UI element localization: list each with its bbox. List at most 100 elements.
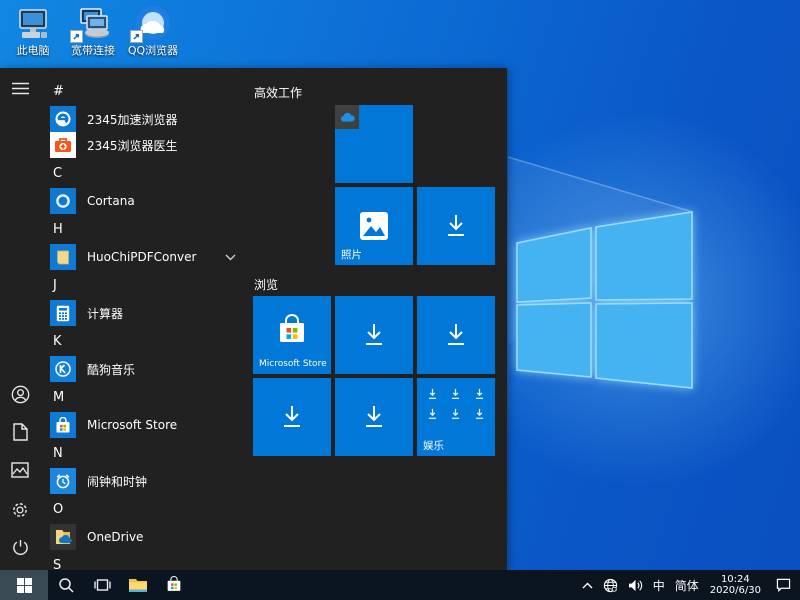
- alarm-clock-icon: [50, 468, 76, 494]
- network-button[interactable]: [598, 570, 623, 600]
- app-item-2345-browser[interactable]: 2345加速浏览器: [40, 106, 252, 132]
- search-button[interactable]: [48, 570, 84, 600]
- photos-icon: [358, 210, 390, 242]
- tile-onedrive[interactable]: [335, 105, 413, 183]
- app-item-label: 酷狗音乐: [87, 361, 135, 378]
- documents-button[interactable]: [10, 422, 30, 442]
- section-letter-j[interactable]: J: [40, 270, 252, 300]
- clock-button[interactable]: 10:24 2020/6/30: [704, 570, 767, 600]
- app-item-label: 计算器: [87, 305, 123, 322]
- tile-microsoft-store[interactable]: Microsoft Store: [253, 296, 331, 374]
- chevron-down-icon[interactable]: [225, 254, 236, 261]
- chevron-up-icon: [582, 582, 593, 589]
- document-icon: [13, 423, 28, 441]
- section-letter-o[interactable]: O: [40, 494, 252, 524]
- app-item-2345-doctor[interactable]: 2345浏览器医生: [40, 132, 252, 158]
- pictures-icon: [11, 462, 29, 478]
- settings-button[interactable]: [10, 500, 30, 520]
- tile-download-3[interactable]: [417, 296, 495, 374]
- app-item-label: HuoChiPDFConver: [87, 250, 196, 264]
- kugou-music-icon: [50, 356, 76, 382]
- microsoft-store-icon: [50, 412, 76, 438]
- section-letter-h[interactable]: H: [40, 214, 252, 244]
- section-letter-label: M: [53, 390, 64, 405]
- clock-time: 10:24: [710, 574, 761, 585]
- expand-menu-button[interactable]: [10, 78, 30, 98]
- tiles-panel: 高效工作 照片: [250, 68, 507, 570]
- power-icon: [12, 539, 29, 556]
- ime-mode-button[interactable]: 中: [648, 570, 670, 600]
- onedrive-cloud-icon: [335, 105, 359, 129]
- file-explorer-icon: [128, 577, 148, 593]
- desktop-icon-broadband[interactable]: 宽带连接: [62, 5, 124, 57]
- mini-download-icons: [427, 388, 485, 420]
- app-item-onedrive[interactable]: OneDrive: [40, 524, 252, 550]
- tile-download-4[interactable]: [253, 378, 331, 456]
- app-item-label: 闹钟和时钟: [87, 473, 147, 490]
- this-pc-icon: [2, 5, 64, 43]
- desktop-icon-qq-browser[interactable]: QQ浏览器: [122, 5, 184, 57]
- gear-icon: [11, 501, 29, 519]
- onedrive-icon: [50, 524, 76, 550]
- app-item-label: Microsoft Store: [87, 418, 177, 432]
- desktop-icon-this-pc[interactable]: 此电脑: [2, 5, 64, 57]
- section-letter-label: K: [53, 334, 62, 349]
- speaker-icon: [628, 579, 643, 592]
- search-icon: [58, 577, 74, 593]
- section-letter-label: S: [53, 558, 61, 571]
- system-tray: 中 简体 10:24 2020/6/30: [577, 570, 800, 600]
- app-item-kugou-music[interactable]: 酷狗音乐: [40, 356, 252, 382]
- tile-download-2[interactable]: [335, 296, 413, 374]
- section-letter-s[interactable]: S: [40, 550, 252, 570]
- volume-button[interactable]: [623, 570, 648, 600]
- section-letter-label: N: [53, 446, 63, 461]
- account-icon: [11, 385, 30, 404]
- ime-language-label: 简体: [675, 577, 699, 594]
- download-icon: [360, 403, 388, 431]
- section-letter-m[interactable]: M: [40, 382, 252, 412]
- browser-doctor-2345-icon: [50, 132, 76, 158]
- tile-group-work: 照片: [253, 105, 495, 265]
- download-icon: [442, 212, 470, 240]
- tile-download-1[interactable]: [417, 187, 495, 265]
- taskbar: 中 简体 10:24 2020/6/30: [0, 570, 800, 600]
- task-view-button[interactable]: [84, 570, 120, 600]
- app-item-label: 2345加速浏览器: [87, 111, 178, 128]
- tile-label: 娱乐: [423, 440, 444, 452]
- file-explorer-button[interactable]: [120, 570, 156, 600]
- app-item-label: OneDrive: [87, 530, 143, 544]
- account-button[interactable]: [10, 384, 30, 404]
- ime-mode-label: 中: [653, 577, 665, 594]
- microsoft-store-icon: [275, 314, 309, 348]
- section-letter-n[interactable]: N: [40, 438, 252, 468]
- app-item-calculator[interactable]: 计算器: [40, 300, 252, 326]
- desktop-screen: 此电脑 宽带连接: [0, 0, 800, 600]
- app-item-label: Cortana: [87, 194, 135, 208]
- tile-group-browse: Microsoft Store: [253, 296, 495, 456]
- browser-2345-icon: [50, 106, 76, 132]
- app-list: # 2345加速浏览器 2345浏览器医生 C: [40, 68, 252, 570]
- action-center-button[interactable]: [767, 570, 800, 600]
- tile-folder-entertainment[interactable]: 娱乐: [417, 378, 495, 456]
- app-item-label: 2345浏览器医生: [87, 137, 178, 154]
- section-letter-label: J: [53, 278, 57, 293]
- ime-language-button[interactable]: 简体: [670, 570, 704, 600]
- power-button[interactable]: [10, 537, 30, 557]
- section-letter-c[interactable]: C: [40, 158, 252, 188]
- store-taskbar-button[interactable]: [156, 570, 192, 600]
- section-letter-k[interactable]: K: [40, 326, 252, 356]
- tile-photos[interactable]: 照片: [335, 187, 413, 265]
- app-folder-huochipdfconver[interactable]: HuoChiPDFConver: [40, 244, 252, 270]
- app-item-microsoft-store[interactable]: Microsoft Store: [40, 412, 252, 438]
- calculator-icon: [50, 300, 76, 326]
- app-item-cortana[interactable]: Cortana: [40, 188, 252, 214]
- section-letter-hash[interactable]: #: [40, 76, 252, 106]
- start-button[interactable]: [0, 570, 48, 600]
- microsoft-store-icon: [165, 576, 183, 594]
- app-item-alarms-clock[interactable]: 闹钟和时钟: [40, 468, 252, 494]
- tile-download-5[interactable]: [335, 378, 413, 456]
- pictures-button[interactable]: [10, 460, 30, 480]
- show-hidden-icons-button[interactable]: [577, 570, 598, 600]
- hamburger-icon: [12, 82, 29, 95]
- tile-group-title: 浏览: [254, 276, 278, 293]
